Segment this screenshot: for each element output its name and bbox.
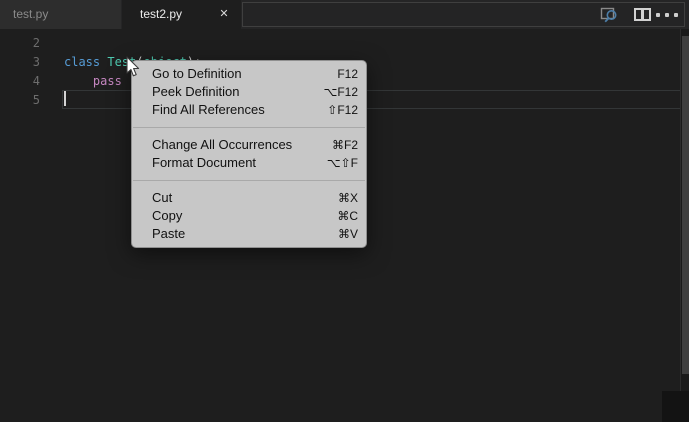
tab-test-py[interactable]: test.py (0, 0, 122, 29)
line-number: 2 (32, 36, 40, 50)
menu-item-paste[interactable]: Paste ⌘V (132, 225, 366, 243)
menu-item-shortcut: F12 (337, 67, 358, 81)
code-token: class (64, 55, 108, 69)
menu-item-label: Go to Definition (152, 66, 242, 81)
menu-item-peek-definition[interactable]: Peek Definition ⌥F12 (132, 83, 366, 101)
split-editor-icon[interactable] (634, 8, 651, 21)
menu-item-label: Paste (152, 226, 186, 241)
menu-item-shortcut: ⌘F2 (331, 138, 358, 152)
menu-item-shortcut: ⌥F12 (323, 85, 358, 99)
menu-item-shortcut: ⌘C (337, 209, 358, 223)
split-pane-left (636, 10, 641, 19)
text-caret (64, 91, 66, 106)
code-token: pass (92, 74, 122, 88)
menu-item-shortcut: ⌘X (337, 191, 358, 205)
editor-context-menu: Go to Definition F12 Peek Definition ⌥F12 Fi… (131, 60, 367, 248)
window-corner (662, 391, 689, 422)
menu-item-format-document[interactable]: Format Document ⌥⇧F (132, 154, 366, 172)
line-number: 3 (32, 55, 40, 69)
menu-item-shortcut: ⌘V (337, 227, 358, 241)
menu-item-go-to-definition[interactable]: Go to Definition F12 (132, 65, 366, 83)
menu-item-label: Peek Definition (152, 84, 240, 99)
scrollbar-track[interactable] (680, 29, 689, 422)
menu-item-find-all-references[interactable]: Find All References ⇧F12 (132, 101, 366, 119)
menu-item-label: Cut (152, 190, 173, 205)
menu-item-label: Format Document (152, 155, 257, 170)
menu-item-copy[interactable]: Copy ⌘C (132, 207, 366, 225)
menu-item-label: Change All Occurrences (152, 137, 293, 152)
menu-item-label: Copy (152, 208, 183, 223)
split-pane-right (644, 10, 649, 19)
tab-label: test2.py (140, 7, 183, 21)
line-number: 4 (32, 74, 40, 88)
line-number: 5 (32, 93, 40, 107)
menu-item-change-all-occurrences[interactable]: Change All Occurrences ⌘F2 (132, 136, 366, 154)
menu-separator (133, 180, 365, 181)
tab-test2-py[interactable]: test2.py ✕ (122, 0, 241, 29)
menu-item-label: Find All References (152, 102, 265, 117)
code-line[interactable]: pass (64, 72, 122, 91)
menu-item-shortcut: ⌥⇧F (326, 156, 358, 170)
more-actions-icon[interactable] (656, 12, 682, 17)
menu-separator (133, 127, 365, 128)
menu-item-cut[interactable]: Cut ⌘X (132, 189, 366, 207)
menu-item-shortcut: ⇧F12 (327, 103, 358, 117)
close-tab-icon[interactable]: ✕ (216, 0, 232, 29)
scrollbar-thumb[interactable] (682, 36, 689, 374)
preview-search-icon[interactable] (599, 5, 619, 24)
tab-bar: test.py test2.py ✕ (0, 0, 689, 29)
tab-label: test.py (13, 7, 49, 21)
